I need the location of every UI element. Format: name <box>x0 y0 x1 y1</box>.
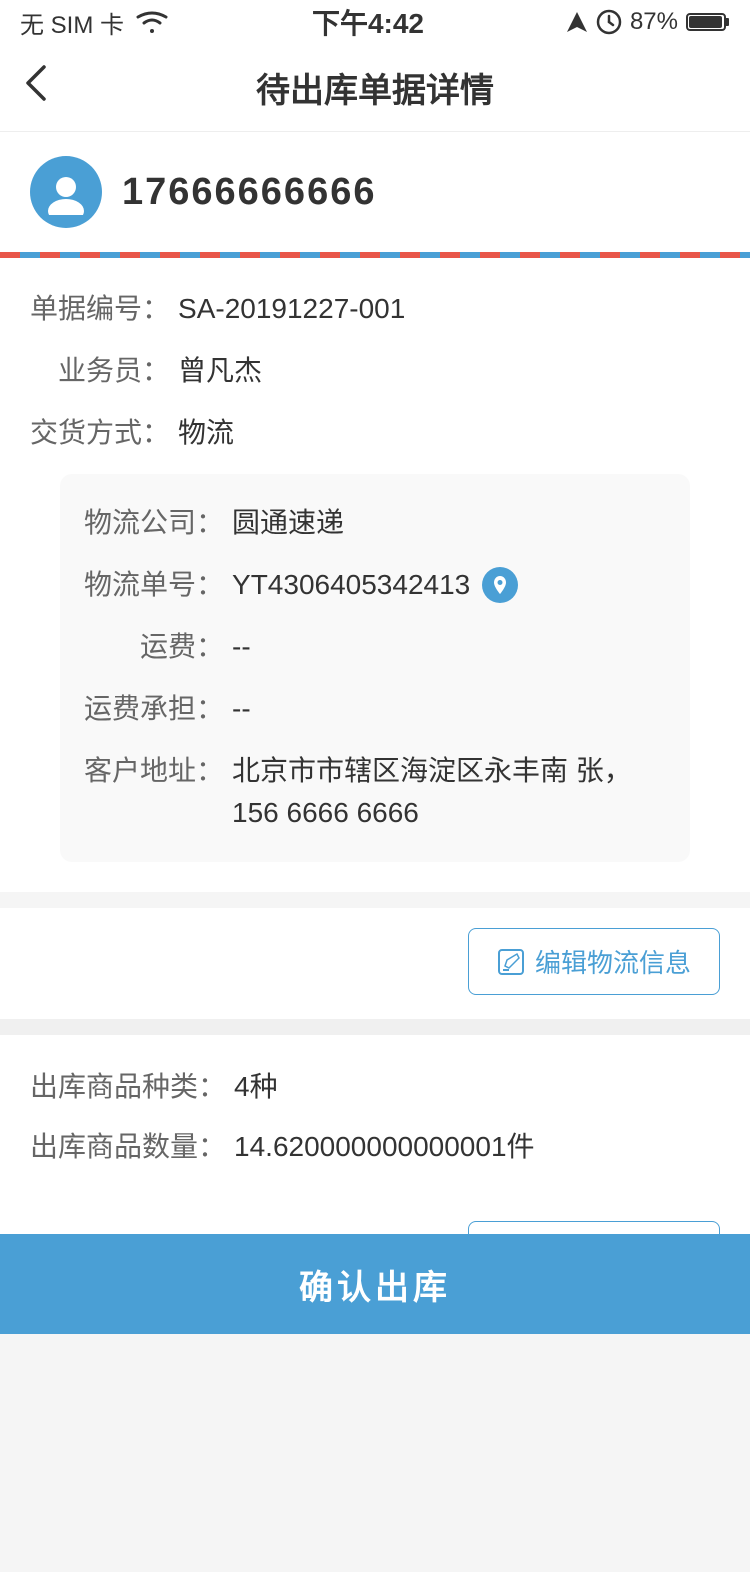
customer-phone: 17666666666 <box>122 171 376 214</box>
goods-quantity-value: 14.620000000000001件 <box>234 1125 535 1165</box>
order-no-label: 单据编号： <box>30 288 170 330</box>
goods-types-row: 出库商品种类： 4种 <box>30 1065 720 1105</box>
delivery-type-row: 交货方式： 物流 <box>30 412 720 454</box>
freight-bearer-value: -- <box>232 688 666 730</box>
clock-icon <box>596 9 622 35</box>
delivery-type-label: 交货方式： <box>30 412 170 454</box>
customer-header: 17666666666 <box>0 132 750 252</box>
wifi-icon <box>134 9 170 35</box>
battery-icon <box>686 11 730 33</box>
logistics-company-row: 物流公司： 圆通速递 <box>84 502 666 544</box>
address-row: 客户地址： 北京市市辖区海淀区永丰南 张，156 6666 6666 <box>84 750 666 834</box>
edit-icon <box>497 948 525 976</box>
confirm-button-label: 确认出库 <box>299 1260 451 1309</box>
goods-quantity-row: 出库商品数量： 14.620000000000001件 <box>30 1125 720 1165</box>
freight-bearer-row: 运费承担： -- <box>84 688 666 730</box>
battery-label: 87% <box>630 8 678 36</box>
customer-avatar <box>30 156 102 228</box>
delivery-type-value: 物流 <box>178 412 720 454</box>
address-value: 北京市市辖区海淀区永丰南 张，156 6666 6666 <box>232 750 666 834</box>
salesman-row: 业务员： 曾凡杰 <box>30 350 720 392</box>
page-title: 待出库单据详情 <box>256 63 494 112</box>
content-spacer <box>0 1312 750 1472</box>
carrier-label: 无 SIM 卡 <box>20 5 124 40</box>
address-label: 客户地址： <box>84 750 224 792</box>
logistics-tracking-label: 物流单号： <box>84 564 224 606</box>
status-bar: 无 SIM 卡 下午4:42 87% <box>0 0 750 44</box>
status-time: 下午4:42 <box>312 2 424 42</box>
order-no-value: SA-20191227-001 <box>178 288 720 330</box>
back-button[interactable] <box>24 63 48 112</box>
freight-bearer-label: 运费承担： <box>84 688 224 730</box>
edit-logistics-section: 编辑物流信息 <box>0 908 750 1019</box>
goods-types-label: 出库商品种类： <box>30 1065 226 1105</box>
tracking-location-icon[interactable] <box>482 567 518 603</box>
freight-row: 运费： -- <box>84 626 666 668</box>
nav-bar: 待出库单据详情 <box>0 44 750 132</box>
location-arrow-icon <box>566 11 588 33</box>
user-icon <box>43 169 89 215</box>
logistics-company-value: 圆通速递 <box>232 502 666 544</box>
logistics-tracking-row: 物流单号： YT4306405342413 <box>84 564 666 606</box>
salesman-value: 曾凡杰 <box>178 350 720 392</box>
section-divider <box>0 1019 750 1035</box>
logistics-company-label: 物流公司： <box>84 502 224 544</box>
edit-logistics-button[interactable]: 编辑物流信息 <box>468 928 720 995</box>
status-right: 87% <box>566 8 730 36</box>
edit-logistics-label: 编辑物流信息 <box>535 943 691 980</box>
map-pin-icon <box>490 575 510 595</box>
salesman-label: 业务员： <box>30 350 170 392</box>
order-no-row: 单据编号： SA-20191227-001 <box>30 288 720 330</box>
order-info-section: 单据编号： SA-20191227-001 业务员： 曾凡杰 交货方式： 物流 … <box>0 258 750 892</box>
goods-section: 出库商品种类： 4种 出库商品数量： 14.620000000000001件 <box>0 1035 750 1205</box>
logistics-tracking-value: YT4306405342413 <box>232 564 666 606</box>
freight-value: -- <box>232 626 666 668</box>
goods-quantity-label: 出库商品数量： <box>30 1125 226 1165</box>
confirm-button[interactable]: 确认出库 <box>0 1234 750 1334</box>
goods-types-value: 4种 <box>234 1065 278 1105</box>
status-left: 无 SIM 卡 <box>20 5 170 40</box>
freight-label: 运费： <box>84 626 224 668</box>
logistics-card: 物流公司： 圆通速递 物流单号： YT4306405342413 运费： <box>60 474 690 862</box>
